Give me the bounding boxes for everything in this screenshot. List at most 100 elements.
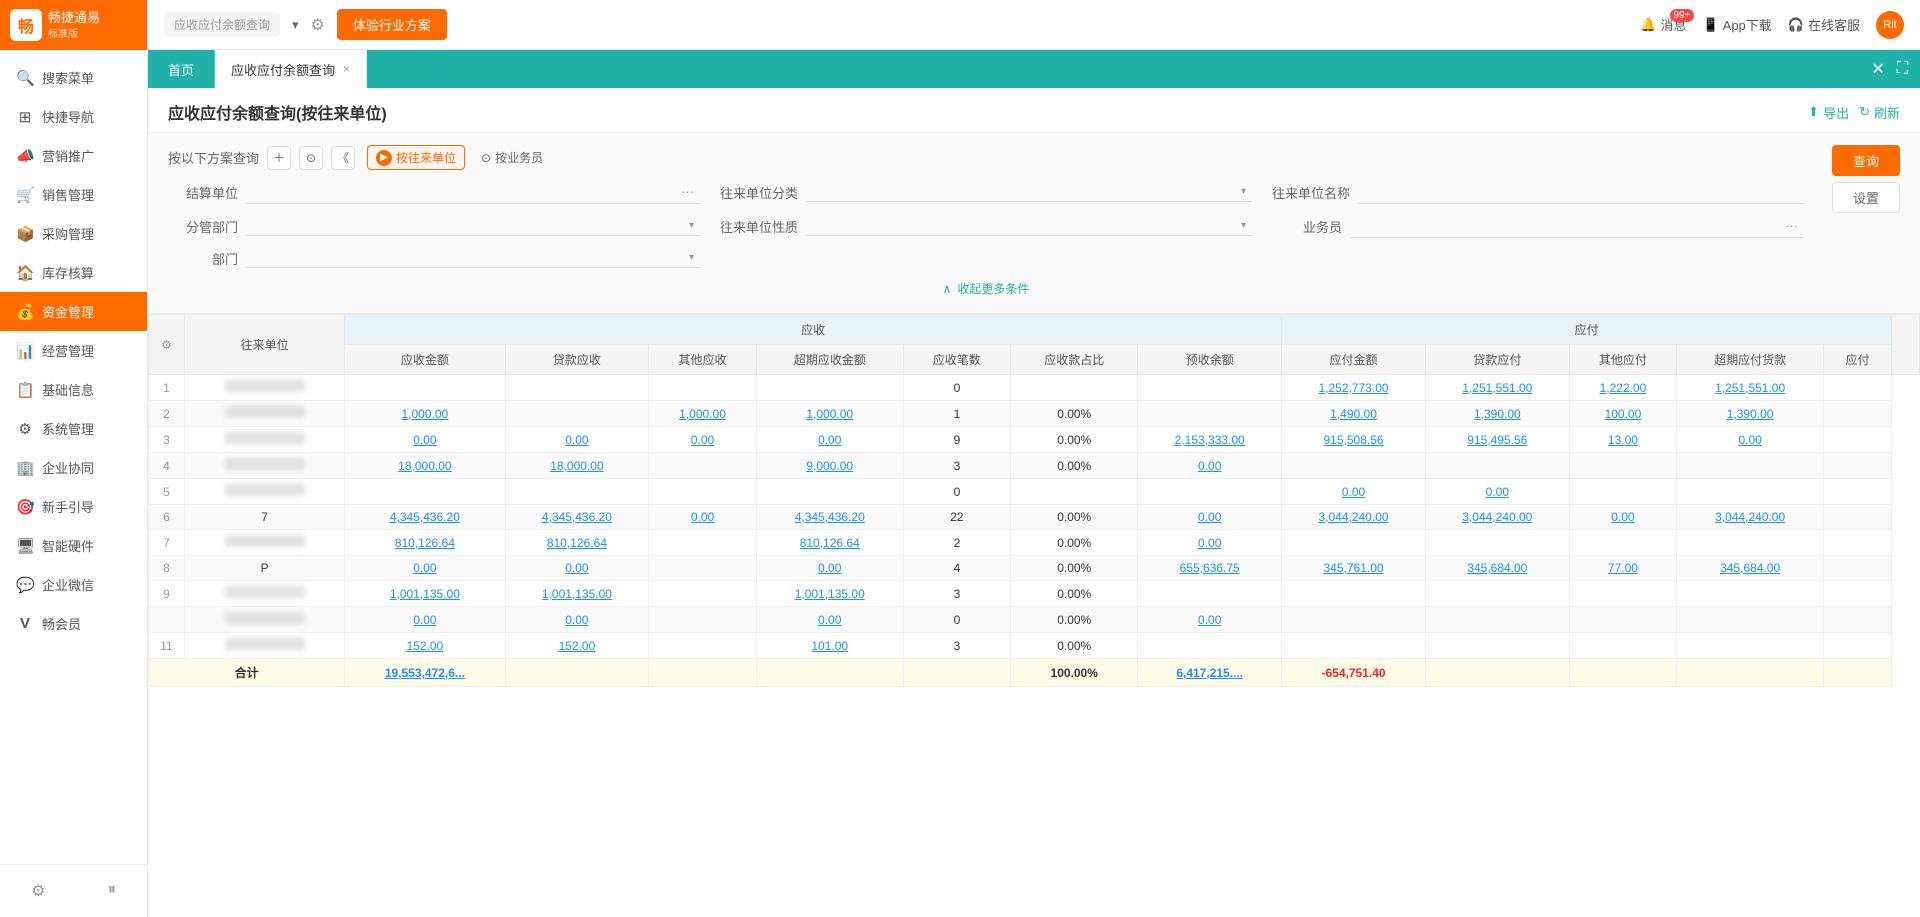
sidebar-item-system[interactable]: ⚙ 系统管理: [0, 409, 147, 448]
marketing-icon: 📣: [16, 147, 34, 165]
notification-btn[interactable]: 🔔 消息 99+: [1640, 15, 1686, 34]
unit-cell: [185, 607, 345, 633]
table-row: 30.000.000.000.0090.00%2,153,333.00915,5…: [149, 427, 1920, 453]
department-label: 部门: [168, 249, 238, 268]
sidebar-bottom: ⚙ ⏸: [0, 864, 147, 917]
sidebar-item-sales[interactable]: 🛒 销售管理: [0, 175, 147, 214]
sales-icon: 🛒: [16, 186, 34, 204]
search-icon: 🔍: [16, 69, 34, 87]
logo-icon: 畅: [10, 9, 42, 41]
sidebar-item-marketing[interactable]: 📣 营销推广: [0, 136, 147, 175]
more-scheme-btn[interactable]: 《: [331, 146, 355, 170]
edit-scheme-btn[interactable]: ⊙: [299, 146, 323, 170]
th-pay: 应付: [1824, 345, 1892, 375]
th-overdue-recv: 超期应收金额: [756, 345, 903, 375]
summary-row: 合计 19,553,472,6... 100.00% 6,417,215....…: [149, 659, 1920, 687]
maximize-btn[interactable]: ⛶: [1897, 60, 1908, 78]
summary-prepay[interactable]: 6,417,215....: [1138, 659, 1282, 687]
corp-icon: 🏢: [16, 459, 34, 477]
sidebar-item-corp[interactable]: 🏢 企业协同: [0, 448, 147, 487]
partner-nature-select[interactable]: ▾: [806, 216, 1252, 236]
sidebar-item-basic[interactable]: 📋 基础信息: [0, 370, 147, 409]
table-row: 101,252,773.001,251,551.001,222.001,251,…: [149, 375, 1920, 401]
table-row: 11152.00152.00101.0030.00%: [149, 633, 1920, 659]
system-icon: ⚙: [16, 420, 34, 438]
basic-icon: 📋: [16, 381, 34, 399]
settlement-input[interactable]: ···: [246, 180, 700, 204]
th-recv-pct: 应收款占比: [1011, 345, 1138, 375]
summary-recv-pct: 100.00%: [1011, 659, 1138, 687]
refresh-icon: ↻: [1859, 104, 1870, 120]
filter-grid: 结算单位 ··· 往来单位分类 ▾: [168, 180, 1804, 268]
sidebar-item-guide[interactable]: 🎯 新手引导: [0, 487, 147, 526]
th-receivable-group: 应收: [345, 315, 1282, 345]
sidebar-item-purchase[interactable]: 📦 采购管理: [0, 214, 147, 253]
th-settings[interactable]: ⚙: [149, 315, 185, 375]
dept2-arrow: ▾: [689, 252, 694, 263]
sidebar-item-wechat[interactable]: 💬 企业微信: [0, 565, 147, 604]
table-row: 21,000.001,000.001,000.0010.00%1,490.001…: [149, 401, 1920, 427]
nature-arrow: ▾: [1241, 220, 1246, 231]
th-prepay: 预收余额: [1138, 345, 1282, 375]
refresh-btn[interactable]: ↻ 刷新: [1859, 103, 1900, 122]
trial-btn[interactable]: 体验行业方案: [337, 9, 447, 40]
settlement-label: 结算单位: [168, 183, 238, 202]
salesperson-select[interactable]: ···: [1350, 214, 1804, 238]
tab-active[interactable]: 应收应付余额查询 ×: [215, 50, 367, 88]
add-scheme-btn[interactable]: ＋: [267, 146, 291, 170]
sidebar-item-capital[interactable]: 💰 资金管理: [0, 292, 147, 331]
notification-badge: 99+: [1670, 9, 1695, 22]
summary-recv-amt[interactable]: 19,553,472,6...: [345, 659, 505, 687]
partner-name-label: 往来单位名称: [1272, 183, 1350, 202]
sidebar-item-search[interactable]: 🔍 搜索菜单: [0, 58, 147, 97]
online-service-btn[interactable]: 🎧 在线客服: [1788, 15, 1860, 34]
user-avatar[interactable]: Rit: [1876, 11, 1904, 39]
settings-bottom-btn[interactable]: ⚙: [23, 873, 53, 909]
th-recv-amt: 应收金额: [345, 345, 505, 375]
unit-cell: [185, 479, 345, 505]
sidebar-item-nav[interactable]: ⊞ 快捷导航: [0, 97, 147, 136]
page-header: 应收应付余额查询(按往来单位) ⬆ 导出 ↻ 刷新: [148, 88, 1920, 133]
unit-cell: [185, 427, 345, 453]
header-dropdown-arrow[interactable]: ▾: [292, 17, 299, 33]
settlement-dots[interactable]: ···: [681, 184, 694, 199]
filter-row-partner-nature: 往来单位性质 ▾: [720, 214, 1252, 238]
table-row: 0.000.000.0000.00%0.00: [149, 607, 1920, 633]
operations-icon: 📊: [16, 342, 34, 360]
app-icon: 📱: [1702, 17, 1718, 33]
setting-btn[interactable]: 设置: [1832, 182, 1900, 213]
collapse-btn[interactable]: ⏸: [100, 873, 124, 909]
header: 应收应付余额查询 ▾ ⚙ 体验行业方案 🔔 消息 99+ 📱 App下载 🎧 在…: [148, 0, 1920, 50]
sidebar-item-member[interactable]: V 畅会员: [0, 604, 147, 643]
sidebar-item-hardware[interactable]: 🖥 智能硬件: [0, 526, 147, 565]
query-btn[interactable]: 查询: [1832, 145, 1900, 176]
sidebar-item-inventory[interactable]: 🏠 库存核算: [0, 253, 147, 292]
export-btn[interactable]: ⬆ 导出: [1808, 103, 1849, 122]
salesperson-dots[interactable]: ···: [1785, 218, 1798, 233]
sidebar-item-operations[interactable]: 📊 经营管理: [0, 331, 147, 370]
header-gear-icon[interactable]: ⚙: [311, 15, 325, 35]
tabbar: 首页 应收应付余额查询 × ✕ ⛶: [148, 50, 1920, 88]
partner-cat-select[interactable]: ▾: [806, 182, 1252, 202]
partner-name-input[interactable]: [1358, 180, 1804, 204]
filter-row-partner-cat: 往来单位分类 ▾: [720, 180, 1252, 204]
query-buttons: 查询 设置: [1832, 145, 1900, 213]
tab-close-btn[interactable]: ×: [343, 62, 350, 76]
scheme-by-salesperson[interactable]: ⊙ 按业务员: [473, 145, 551, 170]
filter-row-department: 部门 ▾: [168, 248, 700, 268]
dept-select[interactable]: ▾: [246, 216, 700, 236]
collapse-bar[interactable]: ∧ 收起更多条件: [168, 276, 1804, 301]
department-select[interactable]: ▾: [246, 248, 700, 268]
th-recv-count: 应收笔数: [903, 345, 1010, 375]
filter-area: 按以下方案查询 ＋ ⊙ 《 ▶ 按往来单位 ⊙ 按业务员: [148, 133, 1920, 314]
filter-label: 按以下方案查询: [168, 148, 259, 167]
tab-home[interactable]: 首页: [148, 50, 215, 88]
filter-row-partner-name: 往来单位名称: [1272, 180, 1804, 204]
hardware-icon: 🖥: [16, 537, 34, 555]
capital-icon: 💰: [16, 303, 34, 321]
sidebar-logo: 畅 畅捷通易 标准版: [0, 0, 147, 50]
app-download-btn[interactable]: 📱 App下载: [1702, 15, 1771, 34]
th-pay-amt: 应付金额: [1282, 345, 1426, 375]
close-window-btn[interactable]: ✕: [1871, 59, 1884, 79]
scheme-by-unit[interactable]: ▶ 按往来单位: [367, 145, 465, 170]
